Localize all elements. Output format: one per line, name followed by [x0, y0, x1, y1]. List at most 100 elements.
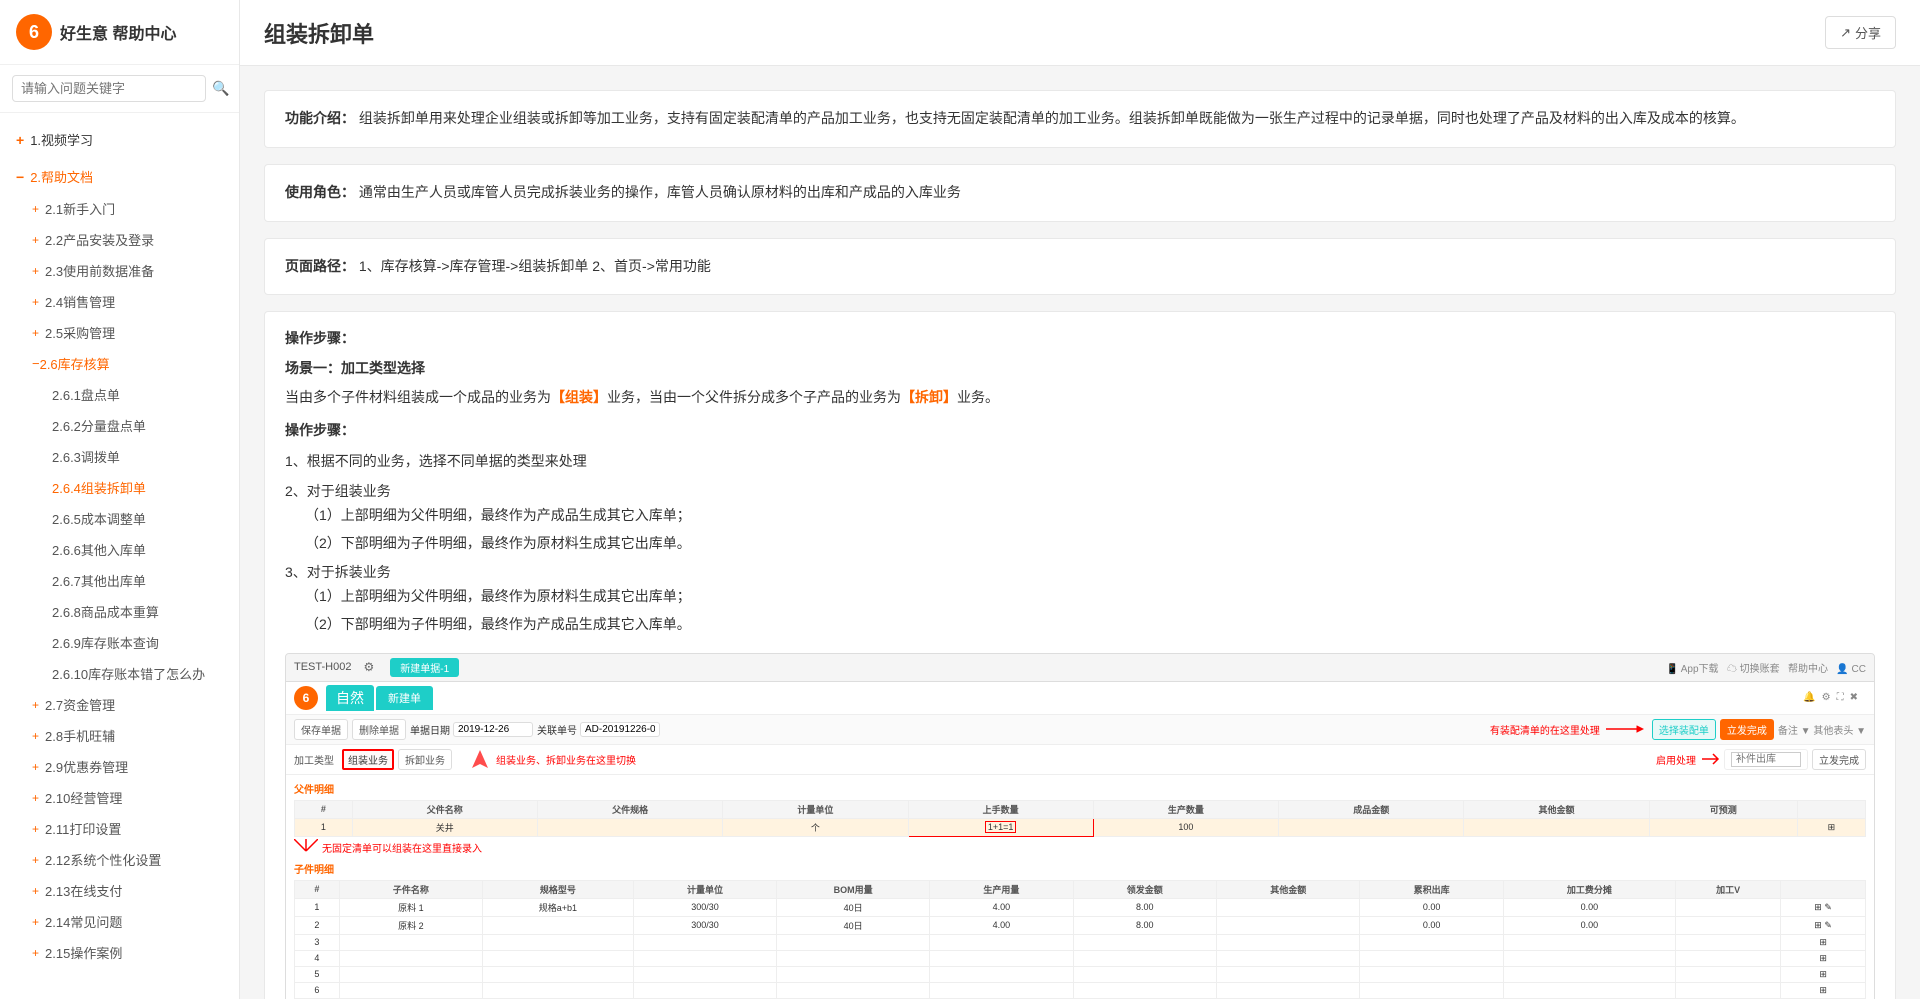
- sidebar-item-266[interactable]: 2.6.6其他入库单: [0, 534, 239, 565]
- mock-child-section-label: 子件明细: [294, 861, 1866, 876]
- plus-icon-27: +: [32, 698, 39, 712]
- plus-icon-212: +: [32, 853, 39, 867]
- nav-sub-help-docs: + 2.1新手入门 + 2.2产品安装及登录 + 2.3使用前数据准备 + 2.…: [0, 193, 239, 968]
- browser-right-icons: 📱 App下载 ☁ 切换账套 帮助中心 👤 CC: [1666, 660, 1866, 675]
- sidebar-item-261[interactable]: 2.6.1盘点单: [0, 379, 239, 410]
- func-intro-label: 功能介绍：: [285, 110, 355, 126]
- scene1-desc: 当由多个子件材料组装成一个成品的业务为【组装】业务，当由一个父件拆分成多个子产品…: [285, 386, 1875, 410]
- app-logo-icon: 6: [16, 14, 52, 50]
- step-list: 1、根据不同的业务，选择不同单据的类型来处理 2、对于组装业务 （1）上部明细为…: [285, 450, 1875, 637]
- minus-icon-26: −: [32, 356, 40, 371]
- step3-sub1: （1）上部明细为父件明细，最终作为原材料生成其它出库单；: [305, 585, 1875, 609]
- share-button[interactable]: ↗ 分享: [1825, 16, 1896, 49]
- sidebar-item-newbie[interactable]: + 2.1新手入门: [0, 193, 239, 224]
- sidebar-item-help-docs[interactable]: − 2.帮助文档: [0, 160, 239, 193]
- annotation4-arrow: [294, 839, 318, 857]
- mock-date-input[interactable]: [453, 722, 533, 737]
- step2-sub-list: （1）上部明细为父件明细，最终作为产成品生成其它入库单； （2）下部明细为子件明…: [285, 504, 1875, 556]
- sidebar-item-2610[interactable]: 2.6.10库存账本错了怎么办: [0, 658, 239, 689]
- mock-tab-new[interactable]: 新建单: [376, 686, 433, 710]
- mock-btn-select-bom[interactable]: 选择装配单: [1652, 719, 1716, 740]
- table-row: 3⊞: [295, 934, 1866, 950]
- step3-sub-list: （1）上部明细为父件明细，最终作为原材料生成其它出库单； （2）下部明细为子件明…: [285, 585, 1875, 637]
- sidebar-item-28[interactable]: + 2.8手机旺辅: [0, 720, 239, 751]
- sidebar-item-262[interactable]: 2.6.2分量盘点单: [0, 410, 239, 441]
- mock-section-label: 父件明细: [294, 781, 1866, 796]
- mock-btn-confirm[interactable]: 立发完成: [1720, 719, 1774, 740]
- sidebar-item-265[interactable]: 2.6.5成本调整单: [0, 503, 239, 534]
- sidebar-item-214[interactable]: + 2.14常见问题: [0, 906, 239, 937]
- plus-icon-25: +: [32, 326, 39, 340]
- mock-more-btns: 备注 ▼ 其他表头 ▼: [1778, 722, 1866, 737]
- annotation2-arrow: [468, 750, 492, 768]
- sidebar-item-27[interactable]: + 2.7资金管理: [0, 689, 239, 720]
- mock-parent-table: # 父件名称 父件规格 计量单位 上手数量 生产数量 成品金额 其他金额 可预测: [294, 800, 1866, 837]
- app-logo-title: 好生意 帮助中心: [60, 20, 176, 44]
- sidebar-item-purchase[interactable]: + 2.5采购管理: [0, 317, 239, 348]
- mock-tab-nature[interactable]: 自然: [326, 685, 374, 711]
- table-row: 2 原料 2 300/30 40日 4.00 8.00 0.00 0.0: [295, 916, 1866, 934]
- table-row: 4⊞: [295, 950, 1866, 966]
- mock-type-assemble[interactable]: 组装业务: [342, 749, 394, 770]
- mock-tables-area: 父件明细 # 父件名称 父件规格 计量单位 上手数量 生产数量: [286, 775, 1874, 999]
- sidebar-item-install[interactable]: + 2.2产品安装及登录: [0, 224, 239, 255]
- mock-browser-bar: TEST-H002 ⚙ 新建单据-1 📱 App下载 ☁ 切换账套 帮助中心 👤…: [286, 654, 1874, 682]
- plus-icon-21: +: [32, 202, 39, 216]
- mock-child-table: # 子件名称 规格型号 计量单位 BOM用量 生产用量 领发金额 其他金额 累积…: [294, 880, 1866, 999]
- share-icon: ↗: [1840, 25, 1851, 41]
- sidebar-item-sales[interactable]: + 2.4销售管理: [0, 286, 239, 317]
- nav-section-2: − 2.帮助文档 + 2.1新手入门 + 2.2产品安装及登录 + 2.3使用前…: [0, 158, 239, 970]
- sidebar-item-215[interactable]: + 2.15操作案例: [0, 937, 239, 968]
- path-section: 页面路径： 1、库存核算->库存管理->组装拆卸单 2、首页->常用功能: [264, 238, 1896, 296]
- sidebar-item-264[interactable]: 2.6.4组装拆卸单: [0, 472, 239, 503]
- annotation4-area: 无固定清单可以组装在这里直接录入: [294, 839, 1866, 857]
- mock-enable-input[interactable]: [1731, 752, 1801, 767]
- role-label: 使用角色：: [285, 184, 355, 200]
- collapse-icon-2: −: [16, 169, 24, 185]
- sidebar-item-268[interactable]: 2.6.8商品成本重算: [0, 596, 239, 627]
- plus-icon-215: +: [32, 946, 39, 960]
- mock-field-assoc: 关联单号: [537, 722, 660, 737]
- search-button[interactable]: 🔍: [212, 80, 229, 97]
- plus-icon-213: +: [32, 884, 39, 898]
- mock-field-date: 单据日期: [410, 722, 533, 737]
- sidebar-item-210[interactable]: + 2.10经营管理: [0, 782, 239, 813]
- main-content: 组装拆卸单 ↗ 分享 功能介绍： 组装拆卸单用来处理企业组装或拆卸等加工业务，支…: [240, 0, 1920, 999]
- mock-enable-field: [1724, 749, 1808, 770]
- screenshot-inner: TEST-H002 ⚙ 新建单据-1 📱 App下载 ☁ 切换账套 帮助中心 👤…: [286, 654, 1874, 999]
- table-row: 6⊞: [295, 982, 1866, 998]
- mock-btn-save[interactable]: 保存单据: [294, 719, 348, 740]
- sidebar-item-269[interactable]: 2.6.9库存账本查询: [0, 627, 239, 658]
- sidebar-item-213[interactable]: + 2.13在线支付: [0, 875, 239, 906]
- mock-type-disassemble[interactable]: 拆卸业务: [398, 749, 452, 770]
- annotation3-area: 启用处理 立发完成: [1656, 749, 1866, 770]
- sidebar-item-video[interactable]: + 1.视频学习: [0, 123, 239, 156]
- annotation3-arrow: [1700, 752, 1720, 766]
- sidebar-item-data-prep[interactable]: + 2.3使用前数据准备: [0, 255, 239, 286]
- mock-enable-btn[interactable]: 立发完成: [1812, 749, 1866, 770]
- mock-toolbar: 保存单据 删除单据 单据日期 关联单号 有装配清单: [286, 715, 1874, 745]
- annotation4-text: 无固定清单可以组装在这里直接录入: [322, 840, 482, 855]
- sidebar-item-212[interactable]: + 2.12系统个性化设置: [0, 844, 239, 875]
- mock-btn-delete[interactable]: 删除单据: [352, 719, 406, 740]
- sidebar-item-267[interactable]: 2.6.7其他出库单: [0, 565, 239, 596]
- mock-assoc-input[interactable]: [580, 722, 660, 737]
- new-order-btn[interactable]: 新建单据-1: [390, 658, 459, 677]
- ops-steps-sub-label: 操作步骤：: [285, 420, 1875, 440]
- sidebar-logo: 6 好生意 帮助中心: [0, 0, 239, 65]
- page-header: 组装拆卸单 ↗ 分享: [240, 0, 1920, 66]
- sidebar-item-29[interactable]: + 2.9优惠券管理: [0, 751, 239, 782]
- step3-sub2: （2）下部明细为子件明细，最终作为产成品生成其它入库单。: [305, 613, 1875, 637]
- link-disassemble: 【拆卸】: [901, 389, 957, 405]
- step2-sub2: （2）下部明细为子件明细，最终作为原材料生成其它出库单。: [305, 532, 1875, 556]
- step-3: 3、对于拆装业务 （1）上部明细为父件明细，最终作为原材料生成其它出库单； （2…: [285, 561, 1875, 636]
- table-row: 5⊞: [295, 966, 1866, 982]
- mock-top-icons: 🔔⚙⛶✖: [1803, 692, 1866, 703]
- search-input[interactable]: [12, 75, 206, 102]
- sidebar-item-inventory[interactable]: − 2.6库存核算: [0, 348, 239, 379]
- step2-sub1: （1）上部明细为父件明细，最终作为产成品生成其它入库单；: [305, 504, 1875, 528]
- sidebar-item-263[interactable]: 2.6.3调拨单: [0, 441, 239, 472]
- sidebar-search-bar: 🔍: [0, 65, 239, 113]
- sidebar-item-211[interactable]: + 2.11打印设置: [0, 813, 239, 844]
- step-2: 2、对于组装业务 （1）上部明细为父件明细，最终作为产成品生成其它入库单； （2…: [285, 480, 1875, 555]
